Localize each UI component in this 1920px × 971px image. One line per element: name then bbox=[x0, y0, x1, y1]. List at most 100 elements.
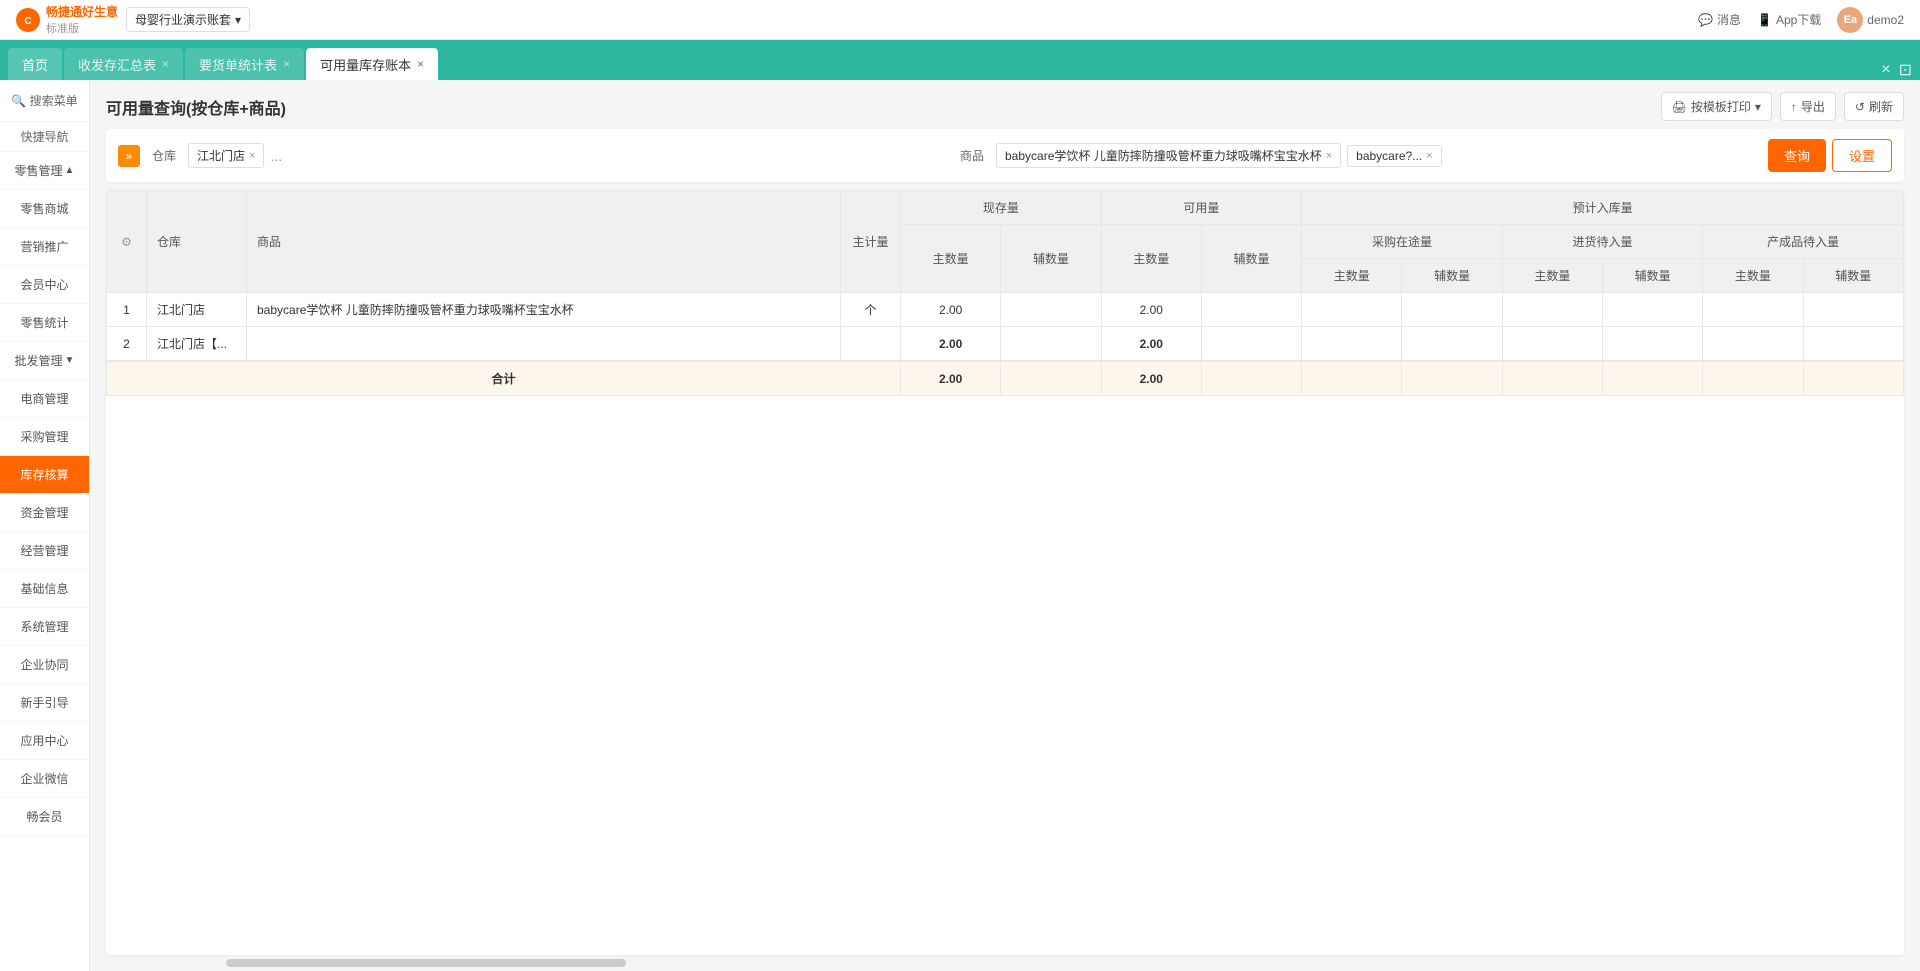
footer-incoming-main bbox=[1502, 361, 1602, 396]
export-btn[interactable]: ↑ 导出 bbox=[1780, 92, 1836, 121]
sidebar-item-finance-label: 资金管理 bbox=[20, 506, 68, 520]
logo-texts: 畅捷通好生意 标准版 bbox=[46, 3, 118, 36]
row1-unit: 个 bbox=[841, 293, 901, 327]
col-available-header: 可用量 bbox=[1101, 191, 1302, 225]
footer-current-main: 2.00 bbox=[901, 361, 1001, 396]
sidebar-item-system[interactable]: 系统管理 bbox=[0, 608, 89, 646]
org-selector[interactable]: 母婴行业演示账套 ▾ bbox=[126, 7, 250, 32]
sidebar-item-new-guide[interactable]: 新手引导 bbox=[0, 684, 89, 722]
app-download-btn[interactable]: 📱 App下载 bbox=[1757, 11, 1821, 28]
logo-sub: 标准版 bbox=[46, 20, 118, 36]
avatar: Ea bbox=[1837, 7, 1863, 33]
message-btn[interactable]: 💬 消息 bbox=[1698, 11, 1741, 28]
col-purchase-main-header: 主数量 bbox=[1302, 259, 1402, 293]
sidebar-item-enterprise-wechat-label: 企业微信 bbox=[20, 772, 68, 786]
restore-btn[interactable]: ⊡ bbox=[1899, 60, 1912, 80]
sidebar-item-retail-mall[interactable]: 零售商城 bbox=[0, 190, 89, 228]
table-area: ⚙ 仓库 商品 主计量 现存量 可用量 预计入库量 主数量 辅数量 主数量 辅数… bbox=[106, 190, 1904, 955]
sidebar-item-retail-stats-label: 零售统计 bbox=[20, 316, 68, 330]
sidebar-item-retail[interactable]: 零售管理 ▲ bbox=[0, 152, 89, 190]
footer-purchase-aux bbox=[1402, 361, 1502, 396]
footer-incoming-aux bbox=[1603, 361, 1703, 396]
setting-btn[interactable]: 设置 bbox=[1832, 139, 1892, 172]
row2-no: 2 bbox=[107, 327, 147, 362]
sidebar-item-inventory[interactable]: 库存核算 bbox=[0, 456, 89, 494]
col-settings: ⚙ bbox=[107, 191, 147, 293]
footer-avail-main: 2.00 bbox=[1101, 361, 1201, 396]
table-settings-icon[interactable]: ⚙ bbox=[121, 235, 132, 249]
row2-warehouse: 江北门店【... bbox=[147, 327, 247, 362]
tab-available-stock[interactable]: 可用量库存账本 × bbox=[306, 48, 438, 80]
sidebar-item-app-center[interactable]: 应用中心 bbox=[0, 722, 89, 760]
sidebar-item-enterprise-label: 企业协同 bbox=[20, 658, 68, 672]
search-menu-btn[interactable]: 🔍 搜索菜单 bbox=[6, 88, 83, 113]
content-area: 可用量查询(按仓库+商品) 🖨 按模板打印 ▾ ↑ 导出 ↺ 刷新 bbox=[90, 80, 1920, 971]
warehouse-tag-close[interactable]: × bbox=[249, 150, 255, 162]
sidebar-item-ecommerce[interactable]: 电商管理 bbox=[0, 380, 89, 418]
sidebar-item-member2-label: 畅会员 bbox=[26, 810, 62, 824]
message-icon: 💬 bbox=[1698, 13, 1713, 27]
product-tag1[interactable]: babycare学饮杯 儿童防摔防撞吸管杯重力球吸嘴杯宝宝水杯 × bbox=[996, 143, 1341, 168]
col-production-main-header: 主数量 bbox=[1703, 259, 1803, 293]
sidebar-item-wholesale-label: 批发管理 bbox=[15, 352, 63, 369]
tab-order-stats-close[interactable]: × bbox=[283, 57, 290, 71]
sidebar-item-marketing[interactable]: 营销推广 bbox=[0, 228, 89, 266]
product-tag2[interactable]: babycare?... × bbox=[1347, 145, 1441, 167]
warehouse-label: 仓库 bbox=[152, 147, 176, 164]
quick-nav-btn[interactable]: 快捷导航 bbox=[0, 122, 89, 152]
logo-text: 畅捷通好生意 bbox=[46, 3, 118, 20]
footer-row: 合计 2.00 2.00 bbox=[107, 361, 1904, 396]
col-incoming-aux-header: 辅数量 bbox=[1603, 259, 1703, 293]
sidebar-item-inventory-label: 库存核算 bbox=[20, 468, 68, 482]
refresh-btn[interactable]: ↺ 刷新 bbox=[1844, 92, 1904, 121]
sidebar-item-enterprise[interactable]: 企业协同 bbox=[0, 646, 89, 684]
tab-home-label: 首页 bbox=[22, 55, 48, 74]
tab-order-stats-label: 要货单统计表 bbox=[199, 55, 277, 74]
tab-order-stats[interactable]: 要货单统计表 × bbox=[185, 48, 304, 80]
sidebar-item-marketing-label: 营销推广 bbox=[20, 240, 68, 254]
user-profile[interactable]: Ea demo2 bbox=[1837, 7, 1904, 33]
product-tag2-close[interactable]: × bbox=[1426, 150, 1432, 162]
template-print-label: 按模板打印 bbox=[1691, 98, 1751, 115]
sidebar-item-wholesale[interactable]: 批发管理 ▼ bbox=[0, 342, 89, 380]
warehouse-tag[interactable]: 江北门店 × bbox=[188, 143, 264, 168]
sidebar-item-operations[interactable]: 经营管理 bbox=[0, 532, 89, 570]
footer-current-aux bbox=[1001, 361, 1101, 396]
warehouse-ellipsis[interactable]: ... bbox=[270, 148, 282, 164]
tab-receipts[interactable]: 收发存汇总表 × bbox=[64, 48, 183, 80]
horizontal-scrollbar[interactable] bbox=[106, 959, 1904, 967]
top-bar: C 畅捷通好生意 标准版 母婴行业演示账套 ▾ 💬 消息 📱 App下载 Ea … bbox=[0, 0, 1920, 40]
template-print-btn[interactable]: 🖨 按模板打印 ▾ bbox=[1661, 92, 1772, 121]
tab-home[interactable]: 首页 bbox=[8, 48, 62, 80]
product-tag1-close[interactable]: × bbox=[1326, 150, 1332, 162]
export-label: 导出 bbox=[1801, 98, 1825, 115]
tab-receipts-label: 收发存汇总表 bbox=[78, 55, 156, 74]
sidebar-item-finance[interactable]: 资金管理 bbox=[0, 494, 89, 532]
col-unit-header: 主计量 bbox=[841, 191, 901, 293]
col-production-aux-header: 辅数量 bbox=[1803, 259, 1903, 293]
product-tag1-text: babycare学饮杯 儿童防摔防撞吸管杯重力球吸嘴杯宝宝水杯 bbox=[1005, 147, 1322, 164]
sidebar-item-retail-stats[interactable]: 零售统计 bbox=[0, 304, 89, 342]
col-avail-main-header: 主数量 bbox=[1101, 225, 1201, 293]
scrollbar-thumb[interactable] bbox=[226, 959, 626, 967]
row1-warehouse: 江北门店 bbox=[147, 293, 247, 327]
tab-receipts-close[interactable]: × bbox=[162, 57, 169, 71]
row2-unit bbox=[841, 327, 901, 362]
sidebar-item-new-guide-label: 新手引导 bbox=[20, 696, 68, 710]
table-header-row1: ⚙ 仓库 商品 主计量 现存量 可用量 预计入库量 bbox=[107, 191, 1904, 225]
print-icon: 🖨 bbox=[1672, 100, 1687, 114]
top-bar-right: 💬 消息 📱 App下载 Ea demo2 bbox=[1698, 7, 1904, 33]
svg-text:C: C bbox=[24, 16, 31, 27]
sidebar-item-purchase[interactable]: 采购管理 bbox=[0, 418, 89, 456]
query-btn[interactable]: 查询 bbox=[1768, 139, 1826, 172]
row2-product bbox=[247, 327, 841, 362]
refresh-label: 刷新 bbox=[1869, 98, 1893, 115]
tab-available-stock-close[interactable]: × bbox=[417, 57, 424, 71]
sidebar-item-member2[interactable]: 畅会员 bbox=[0, 798, 89, 836]
sidebar-item-member[interactable]: 会员中心 bbox=[0, 266, 89, 304]
filter-expand-btn[interactable]: » bbox=[118, 145, 140, 167]
close-all-tabs-btn[interactable]: × bbox=[1881, 61, 1890, 79]
sidebar-item-basic[interactable]: 基础信息 bbox=[0, 570, 89, 608]
row2-purchase-main bbox=[1302, 327, 1402, 362]
sidebar-item-enterprise-wechat[interactable]: 企业微信 bbox=[0, 760, 89, 798]
